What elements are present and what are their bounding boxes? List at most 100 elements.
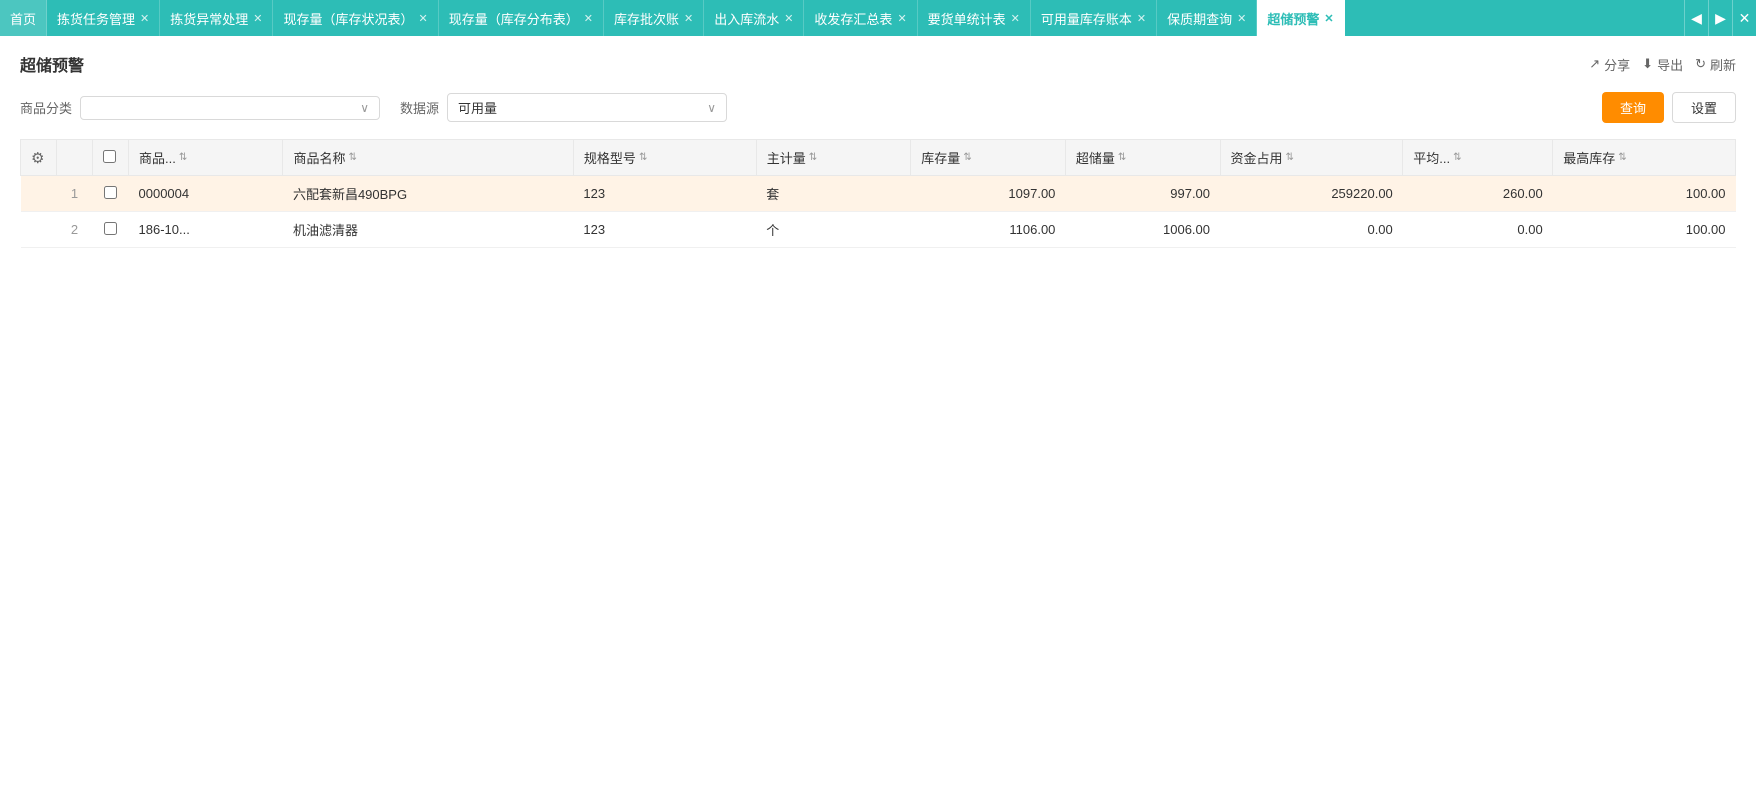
- header-actions: ↗ 分享 ⬇ 导出 ↻ 刷新: [1589, 55, 1736, 74]
- nav-task-mgmt[interactable]: 拣货任务管理 ✕: [47, 0, 160, 36]
- page-header: 超储预警 ↗ 分享 ⬇ 导出 ↻ 刷新: [20, 52, 1736, 76]
- row-spec: 123: [573, 176, 756, 212]
- row-spec: 123: [573, 212, 756, 248]
- export-button[interactable]: ⬇ 导出: [1642, 55, 1683, 74]
- settings-button[interactable]: 设置: [1672, 92, 1736, 123]
- nav-order-stats[interactable]: 要货单统计表 ✕: [918, 0, 1031, 36]
- nav-abnormal[interactable]: 拣货异常处理 ✕: [160, 0, 273, 36]
- nav-batch-account[interactable]: 库存批次账 ✕: [604, 0, 704, 36]
- datasource-chevron-icon: ∨: [707, 101, 716, 115]
- th-overstock[interactable]: 超储量 ⇅: [1065, 140, 1220, 176]
- select-all-checkbox[interactable]: [103, 150, 116, 163]
- row-checkbox[interactable]: [104, 186, 117, 199]
- nav-inventory-status-close[interactable]: ✕: [419, 12, 428, 25]
- refresh-icon: ↻: [1695, 56, 1706, 72]
- sort-icon-stock: ⇅: [963, 152, 971, 163]
- row-index: 2: [57, 212, 93, 248]
- category-chevron-icon: ∨: [360, 101, 369, 115]
- nav-overstock-warning[interactable]: 超储预警 ✕: [1257, 0, 1344, 36]
- sort-icon-max-stock: ⇅: [1618, 152, 1626, 163]
- row-max-stock: 100.00: [1553, 176, 1736, 212]
- row-product-name: 机油滤清器: [283, 212, 573, 248]
- nav-inventory-dist-close[interactable]: ✕: [584, 12, 593, 25]
- nav-overstock-warning-label: 超储预警: [1267, 9, 1319, 28]
- row-stock: 1106.00: [911, 212, 1066, 248]
- th-settings: ⚙: [21, 140, 57, 176]
- top-navigation: 首页 拣货任务管理 ✕ 拣货异常处理 ✕ 现存量（库存状况表） ✕ 现存量（库存…: [0, 0, 1756, 36]
- category-filter: 商品分类 ∨: [20, 96, 380, 120]
- row-checkbox[interactable]: [104, 222, 117, 235]
- table-header-row: ⚙ 商品... ⇅ 商品名称 ⇅: [21, 140, 1736, 176]
- datasource-filter: 数据源 可用量 ∨: [400, 93, 727, 122]
- table-body: 1 0000004 六配套新昌490BPG 123 套 1097.00 997.…: [21, 176, 1736, 248]
- row-capital: 0.00: [1220, 212, 1403, 248]
- sort-icon-avg: ⇅: [1453, 152, 1461, 163]
- sort-icon-product-code: ⇅: [179, 152, 187, 163]
- refresh-button[interactable]: ↻ 刷新: [1695, 55, 1736, 74]
- nav-quality-check-close[interactable]: ✕: [1237, 12, 1246, 25]
- category-label: 商品分类: [20, 98, 72, 117]
- nav-home[interactable]: 首页: [0, 0, 47, 36]
- gear-icon[interactable]: ⚙: [31, 150, 44, 167]
- sort-icon-overstock: ⇅: [1118, 152, 1126, 163]
- row-max-stock: 100.00: [1553, 212, 1736, 248]
- table-header: ⚙ 商品... ⇅ 商品名称 ⇅: [21, 140, 1736, 176]
- nav-home-label: 首页: [10, 9, 36, 28]
- row-product-name: 六配套新昌490BPG: [283, 176, 573, 212]
- nav-overstock-warning-close[interactable]: ✕: [1324, 12, 1333, 25]
- nav-prev-button[interactable]: ◀: [1684, 0, 1708, 36]
- nav-order-stats-close[interactable]: ✕: [1011, 12, 1020, 25]
- export-icon: ⬇: [1642, 56, 1653, 72]
- nav-inout-flow-close[interactable]: ✕: [784, 12, 793, 25]
- nav-task-mgmt-label: 拣货任务管理: [57, 9, 135, 28]
- category-select[interactable]: ∨: [80, 96, 380, 120]
- datasource-value: 可用量: [458, 98, 497, 117]
- nav-inout-flow-label: 出入库流水: [714, 9, 779, 28]
- nav-inventory-status[interactable]: 现存量（库存状况表） ✕: [273, 0, 438, 36]
- th-max-stock[interactable]: 最高库存 ⇅: [1553, 140, 1736, 176]
- row-product-code: 186-10...: [129, 212, 283, 248]
- th-product-code[interactable]: 商品... ⇅: [129, 140, 283, 176]
- nav-abnormal-close[interactable]: ✕: [253, 12, 262, 25]
- sort-icon-spec: ⇅: [639, 152, 647, 163]
- th-avg[interactable]: 平均... ⇅: [1403, 140, 1553, 176]
- nav-collect-summary[interactable]: 收发存汇总表 ✕: [804, 0, 917, 36]
- nav-inventory-status-label: 现存量（库存状况表）: [283, 9, 413, 28]
- nav-abnormal-label: 拣货异常处理: [170, 9, 248, 28]
- nav-task-mgmt-close[interactable]: ✕: [140, 12, 149, 25]
- nav-inventory-dist[interactable]: 现存量（库存分布表） ✕: [439, 0, 604, 36]
- row-index: 1: [57, 176, 93, 212]
- row-capital: 259220.00: [1220, 176, 1403, 212]
- th-unit[interactable]: 主计量 ⇅: [756, 140, 911, 176]
- share-button[interactable]: ↗ 分享: [1589, 55, 1630, 74]
- th-spec[interactable]: 规格型号 ⇅: [573, 140, 756, 176]
- row-settings-cell: [21, 212, 57, 248]
- th-product-name[interactable]: 商品名称 ⇅: [283, 140, 573, 176]
- nav-batch-account-label: 库存批次账: [614, 9, 679, 28]
- nav-next-button[interactable]: ▶: [1708, 0, 1732, 36]
- nav-available-account-label: 可用量库存账本: [1041, 9, 1132, 28]
- row-unit: 个: [756, 212, 911, 248]
- nav-available-account-close[interactable]: ✕: [1137, 12, 1146, 25]
- nav-available-account[interactable]: 可用量库存账本 ✕: [1031, 0, 1157, 36]
- nav-batch-account-close[interactable]: ✕: [684, 12, 693, 25]
- refresh-label: 刷新: [1710, 55, 1736, 74]
- query-button[interactable]: 查询: [1602, 92, 1664, 123]
- row-checkbox-cell: [93, 212, 129, 248]
- sort-icon-product-name: ⇅: [348, 152, 356, 163]
- share-icon: ↗: [1589, 56, 1600, 72]
- th-stock[interactable]: 库存量 ⇅: [911, 140, 1066, 176]
- datasource-select[interactable]: 可用量 ∨: [447, 93, 727, 122]
- row-unit: 套: [756, 176, 911, 212]
- filter-actions: 查询 设置: [1602, 92, 1736, 123]
- th-index: [57, 140, 93, 176]
- sort-icon-unit: ⇅: [809, 152, 817, 163]
- nav-inout-flow[interactable]: 出入库流水 ✕: [704, 0, 804, 36]
- filter-row: 商品分类 ∨ 数据源 可用量 ∨ 查询 设置: [20, 92, 1736, 123]
- nav-close-button[interactable]: ✕: [1732, 0, 1756, 36]
- nav-quality-check[interactable]: 保质期查询 ✕: [1157, 0, 1257, 36]
- nav-order-stats-label: 要货单统计表: [928, 9, 1006, 28]
- sort-icon-capital: ⇅: [1286, 152, 1294, 163]
- th-capital[interactable]: 资金占用 ⇅: [1220, 140, 1403, 176]
- nav-collect-summary-close[interactable]: ✕: [897, 12, 906, 25]
